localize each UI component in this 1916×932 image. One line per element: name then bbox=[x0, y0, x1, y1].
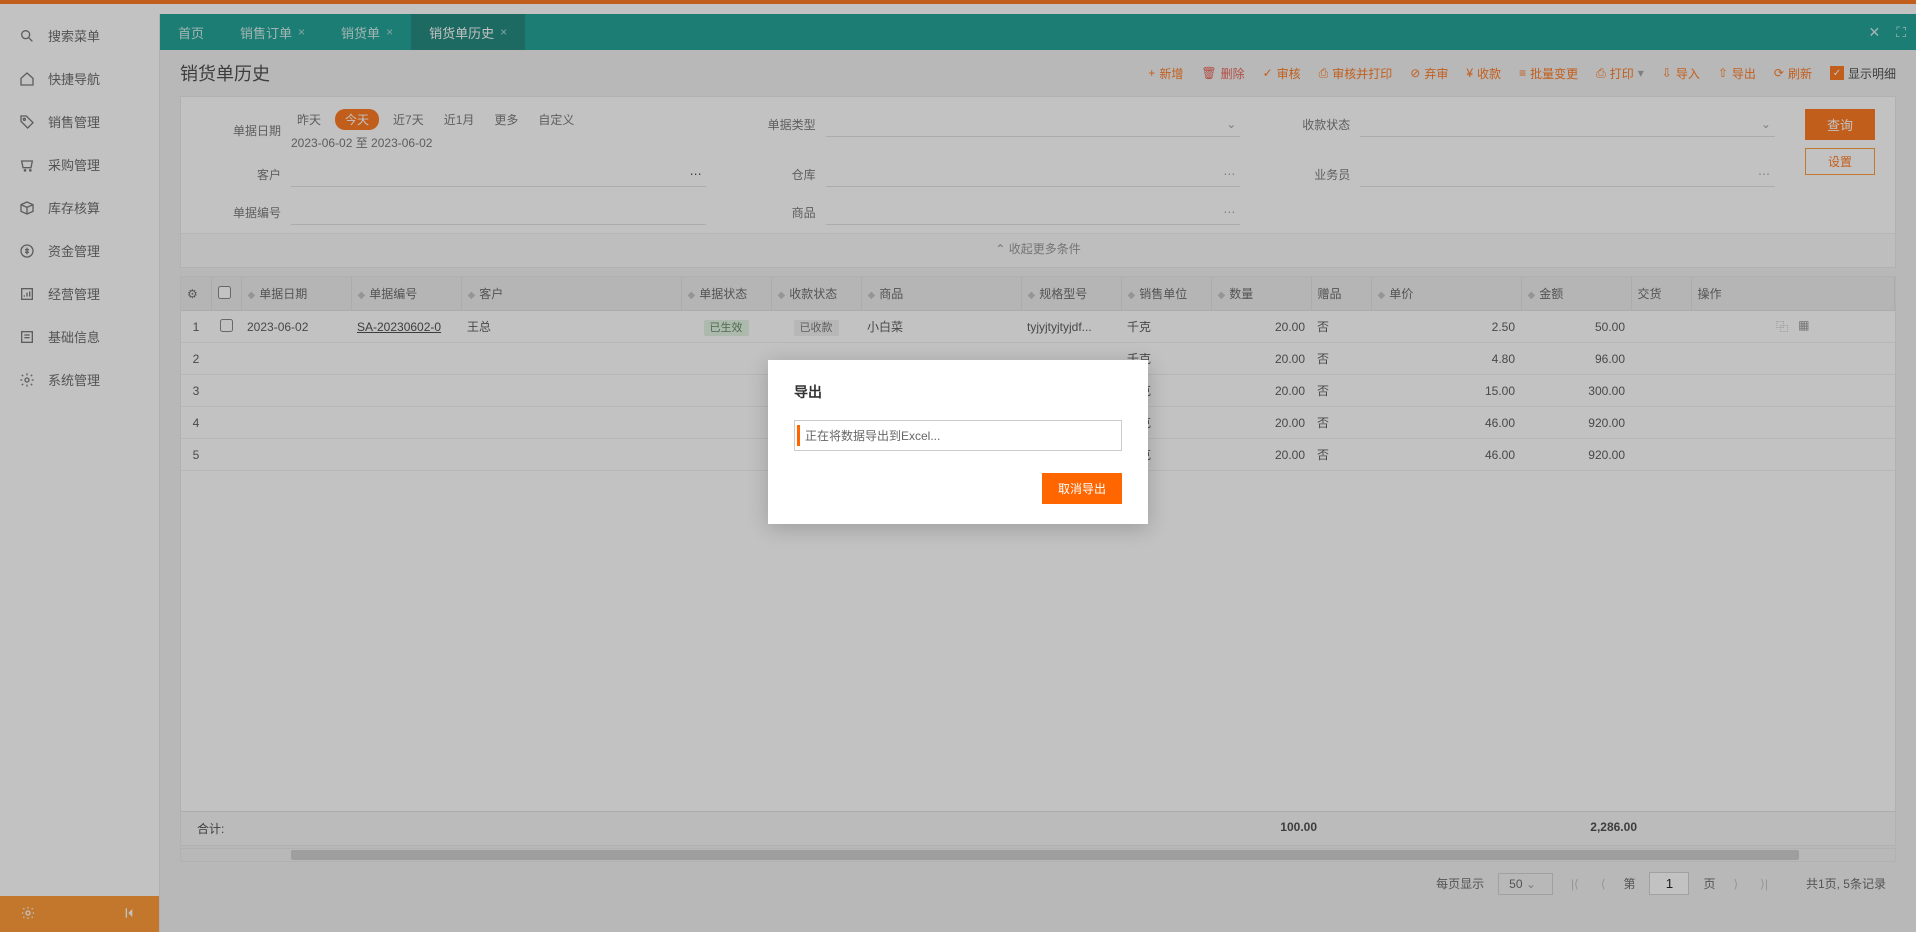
modal-progress-text: 正在将数据导出到Excel... bbox=[794, 420, 1122, 451]
cancel-export-button[interactable]: 取消导出 bbox=[1042, 473, 1122, 504]
export-modal: 导出 正在将数据导出到Excel... 取消导出 bbox=[768, 360, 1148, 524]
modal-title: 导出 bbox=[794, 382, 1122, 402]
